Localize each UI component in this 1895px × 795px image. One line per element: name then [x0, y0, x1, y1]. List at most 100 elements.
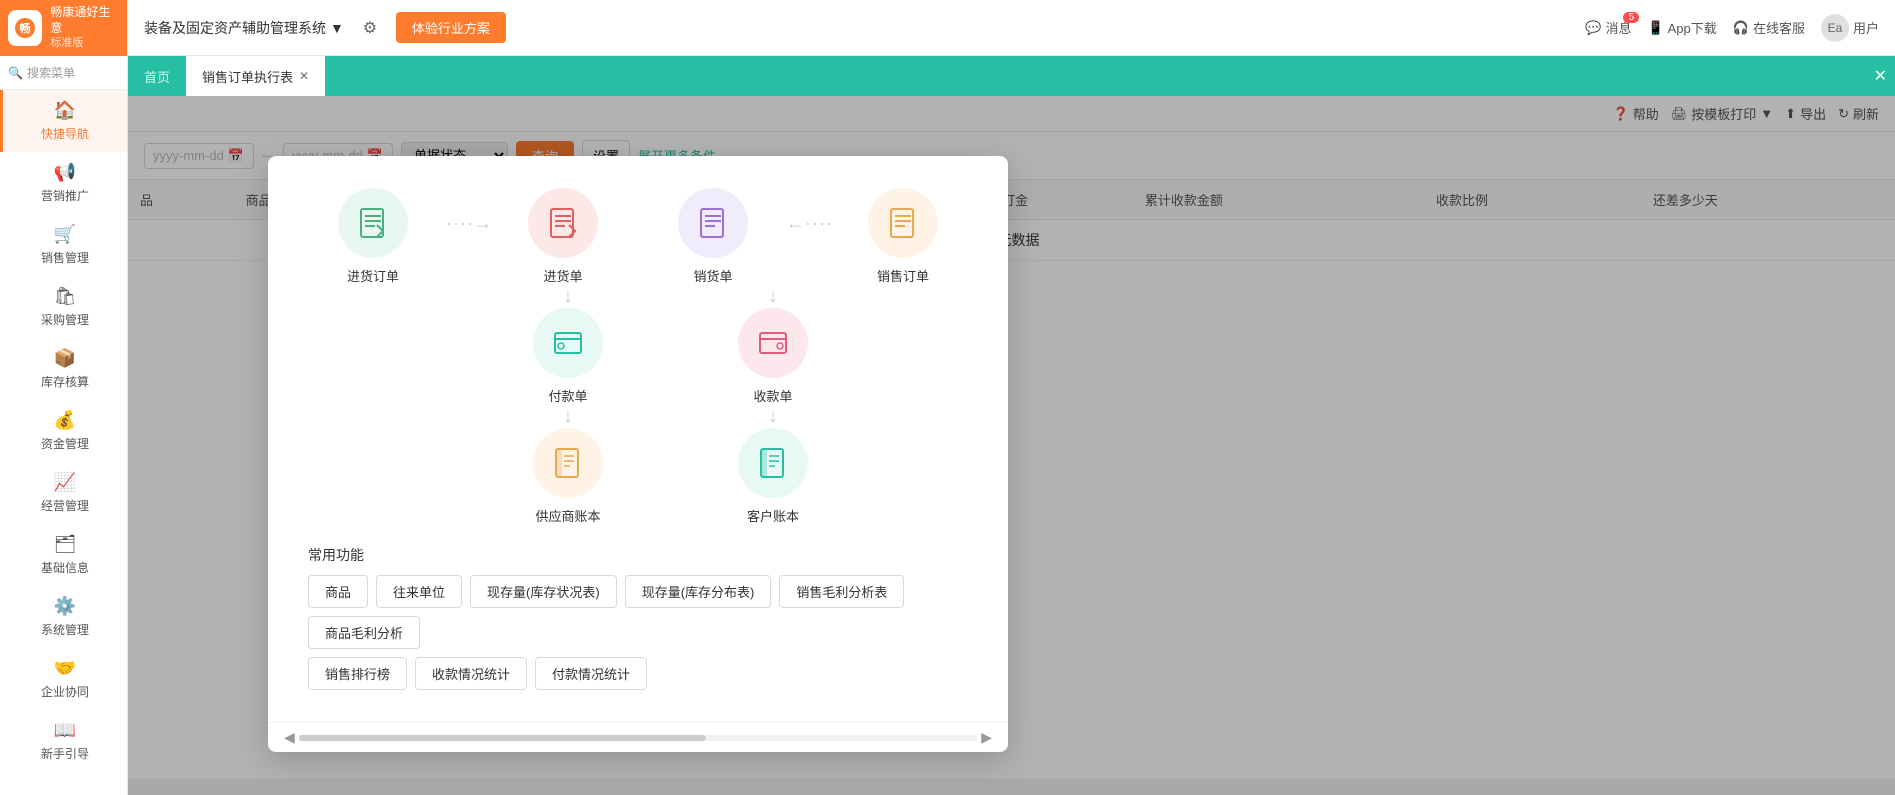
close-all-tabs-button[interactable]: ✕ [1874, 66, 1887, 86]
func-btn-stock-dist[interactable]: 现存量(库存分布表) [625, 575, 772, 608]
sidebar-item-management[interactable]: 📈 经营管理 [0, 462, 127, 524]
system-title-dropdown[interactable]: 装备及固定资产辅助管理系统 ▼ [144, 18, 344, 38]
tab-home[interactable]: 首页 [128, 56, 186, 96]
sidebar-item-sales[interactable]: 🛒 销售管理 [0, 214, 127, 276]
sidebar-nav: 🏠 快捷导航 📢 营销推广 🛒 销售管理 🛍 采购管理 📦 库存核算 💰 [0, 90, 127, 795]
tab-close-icon[interactable]: ✕ [299, 69, 309, 83]
down-arrow-payment: ↓ [503, 285, 633, 308]
sidebar-item-inventory[interactable]: 📦 库存核算 [0, 338, 127, 400]
common-functions: 常用功能 商品 往来单位 现存量(库存状况表) 现存量(库存分布表) 销售毛利分… [308, 545, 968, 690]
management-icon: 📈 [54, 472, 76, 493]
func-btn-sales-rank[interactable]: 销售排行榜 [308, 657, 407, 690]
svg-text:畅: 畅 [20, 21, 31, 35]
func-btn-receipt-stats[interactable]: 收款情况统计 [415, 657, 527, 690]
popup-scrollbar: ◀ ▶ [268, 722, 1008, 752]
sales-icon: 🛒 [54, 224, 76, 245]
sidebar-item-basic-info[interactable]: 🗂 基础信息 [0, 524, 127, 586]
app-download-button[interactable]: 📱 App下载 [1647, 18, 1716, 37]
online-service-button[interactable]: 🎧 在线客服 [1733, 18, 1805, 37]
content-area: ❓ 帮助 🖨 按模板打印 ▼ ⬆ 导出 ↻ 刷新 [128, 96, 1895, 795]
node-payment-bill: 付款单 [503, 308, 633, 405]
sidebar-item-guide[interactable]: 📖 新手引导 [0, 710, 127, 772]
func-btns-row-1: 商品 往来单位 现存量(库存状况表) 现存量(库存分布表) 销售毛利分析表 商品… [308, 575, 968, 649]
sidebar-search[interactable]: 🔍 搜索菜单 [0, 56, 127, 90]
service-icon: 🎧 [1733, 20, 1749, 36]
sale-bill-circle [678, 188, 748, 258]
common-functions-title: 常用功能 [308, 545, 968, 565]
sidebar-logo: 畅 畅康通好生意 标准版 [0, 0, 127, 56]
sidebar-item-collab[interactable]: 🤝 企业协同 [0, 648, 127, 710]
scroll-left-arrow[interactable]: ◀ [284, 729, 295, 746]
node-sale-order: 销售订单 [838, 188, 968, 285]
node-receipt-bill: 收款单 [708, 308, 838, 405]
overlay[interactable]: 进货订单 · · · · → 进货单 [128, 96, 1895, 795]
node-purchase-bill: 进货单 [498, 188, 628, 285]
logo-text: 畅康通好生意 标准版 [50, 5, 119, 50]
payment-bill-circle [533, 308, 603, 378]
phone-icon: 📱 [1647, 20, 1663, 36]
message-button[interactable]: 💬 消息 5 [1585, 18, 1631, 37]
flow-row-2: 付款单 收款单 [503, 308, 968, 405]
main-area: 装备及固定资产辅助管理系统 ▼ ⚙ 体验行业方案 💬 消息 5 📱 App下载 … [128, 0, 1895, 795]
search-icon: 🔍 [8, 66, 23, 80]
dropdown-arrow-icon: ▼ [330, 20, 344, 36]
message-badge: 5 [1623, 12, 1639, 23]
topbar-actions: 💬 消息 5 📱 App下载 🎧 在线客服 Ea 用户 [1585, 14, 1879, 42]
arrow-h-1: · · · · → [438, 213, 498, 234]
flow-row-arrows: ↓ ↓ [503, 285, 968, 308]
func-btn-product-margin[interactable]: 商品毛利分析 [308, 616, 420, 649]
scrollbar-track [299, 735, 977, 741]
sidebar-item-marketing[interactable]: 📢 营销推广 [0, 152, 127, 214]
user-avatar-button[interactable]: Ea 用户 [1821, 14, 1879, 42]
sidebar-item-system[interactable]: ⚙️ 系统管理 [0, 586, 127, 648]
flow-row-1: 进货订单 · · · · → 进货单 [308, 188, 968, 285]
sale-order-circle [868, 188, 938, 258]
node-supplier-ledger: 供应商账本 [503, 428, 633, 525]
customer-ledger-circle [738, 428, 808, 498]
func-btn-product[interactable]: 商品 [308, 575, 368, 608]
purchase-order-circle [338, 188, 408, 258]
marketing-icon: 📢 [54, 162, 76, 183]
receipt-bill-circle [738, 308, 808, 378]
collab-icon: 🤝 [54, 658, 76, 679]
arrow-h-2: ← · · · · [778, 213, 838, 234]
node-sale-bill: 销货单 [648, 188, 778, 285]
message-icon: 💬 [1585, 20, 1601, 36]
func-btn-margin-analysis[interactable]: 销售毛利分析表 [779, 575, 904, 608]
avatar: Ea [1821, 14, 1849, 42]
scroll-right-arrow[interactable]: ▶ [981, 729, 992, 746]
supplier-ledger-circle [533, 428, 603, 498]
sidebar-item-home[interactable]: 🏠 快捷导航 [0, 90, 127, 152]
func-btn-payment-stats[interactable]: 付款情况统计 [535, 657, 647, 690]
finance-icon: 💰 [54, 410, 76, 431]
sidebar-item-finance[interactable]: 💰 资金管理 [0, 400, 127, 462]
node-purchase-order: 进货订单 [308, 188, 438, 285]
flow-row-3: 供应商账本 客户账本 [503, 428, 968, 525]
func-btn-stock-status[interactable]: 现存量(库存状况表) [470, 575, 617, 608]
down-arrow-receipt: ↓ [708, 285, 838, 308]
inventory-icon: 📦 [54, 348, 76, 369]
purchase-bill-circle [528, 188, 598, 258]
node-customer-ledger: 客户账本 [708, 428, 838, 525]
sidebar-item-purchase[interactable]: 🛍 采购管理 [0, 276, 127, 338]
basic-info-icon: 🗂 [54, 534, 77, 555]
topbar: 装备及固定资产辅助管理系统 ▼ ⚙ 体验行业方案 💬 消息 5 📱 App下载 … [128, 0, 1895, 56]
func-btn-partner[interactable]: 往来单位 [376, 575, 462, 608]
settings-button[interactable]: ⚙ [356, 14, 384, 42]
flow-popup: 进货订单 · · · · → 进货单 [268, 156, 1008, 752]
tabbar: 首页 销售订单执行表 ✕ ✕ [128, 56, 1895, 96]
tab-sales-execution[interactable]: 销售订单执行表 ✕ [186, 56, 325, 96]
home-icon: 🏠 [54, 100, 76, 121]
guide-icon: 📖 [54, 720, 76, 741]
trial-btn[interactable]: 体验行业方案 [396, 12, 506, 43]
sidebar: 畅 畅康通好生意 标准版 🔍 搜索菜单 🏠 快捷导航 📢 营销推广 🛒 销售管理 [0, 0, 128, 795]
logo-icon: 畅 [8, 10, 42, 46]
scrollbar-thumb [299, 735, 706, 741]
func-btns-row-2: 销售排行榜 收款情况统计 付款情况统计 [308, 657, 968, 690]
down-arrow-supplier: ↓ [503, 405, 633, 428]
flow-diagram: 进货订单 · · · · → 进货单 [308, 188, 968, 525]
purchase-icon: 🛍 [54, 286, 77, 307]
system-icon: ⚙️ [54, 596, 76, 617]
flow-row-arrows-2: ↓ ↓ [503, 405, 968, 428]
popup-inner: 进货订单 · · · · → 进货单 [268, 156, 1008, 722]
